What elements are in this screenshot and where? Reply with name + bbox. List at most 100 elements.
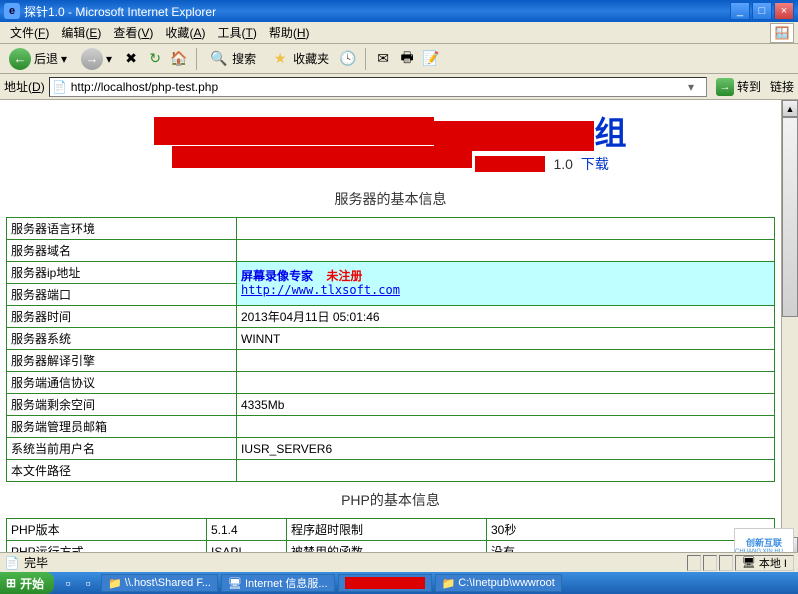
close-button[interactable]: × [774,2,794,20]
minimize-button[interactable]: _ [730,2,750,20]
menu-favorites[interactable]: 收藏(A) [159,22,211,43]
address-input[interactable] [68,80,688,94]
address-dropdown-icon[interactable]: ▾ [688,80,704,94]
redacted-subtitle [172,146,472,168]
stop-button[interactable]: ✖ [121,49,141,69]
table-row: 服务器ip地址屏幕录像专家 未注册http://www.tlxsoft.com [7,262,775,284]
cell: 程序超时限制 [287,519,487,541]
search-button[interactable]: 🔍 搜索 [204,47,261,71]
history-button[interactable]: 🕓 [338,49,358,69]
security-zone: 🖥 本地 I [735,555,794,571]
search-icon: 🔍 [209,49,229,69]
row-value [237,372,775,394]
php-info-table: PHP版本5.1.4程序超时限制30秒PHP运行方式ISAPI被禁用的函数没有Z… [6,518,775,554]
taskbar-item[interactable]: 📁\\.host\Shared F... [101,574,218,592]
chevron-down-icon: ▾ [61,52,67,66]
table-row: PHP版本5.1.4程序超时限制30秒 [7,519,775,541]
chevron-down-icon: ▾ [106,52,112,66]
row-value: 屏幕录像专家 未注册http://www.tlxsoft.com [237,262,775,306]
row-label: 服务器语言环境 [7,218,237,240]
quick-launch-1[interactable]: ▫ [58,573,78,593]
table-row: 服务器时间2013年04月11日 05:01:46 [7,306,775,328]
row-label: 服务器域名 [7,240,237,262]
taskbar-item[interactable]: 🖥Internet 信息服... [221,574,335,592]
table-row: 服务端剩余空间4335Mb [7,394,775,416]
menu-edit[interactable]: 编辑(E) [55,22,107,43]
row-label: 服务器时间 [7,306,237,328]
row-value [237,460,775,482]
banner-title-suffix: 组 [434,108,626,154]
maximize-button[interactable]: □ [752,2,772,20]
redacted-banner [154,117,434,145]
cell: PHP版本 [7,519,207,541]
address-label: 地址(D) [4,78,45,95]
menu-help[interactable]: 帮助(H) [263,22,316,43]
row-value: 4335Mb [237,394,775,416]
table-row: 服务器语言环境 [7,218,775,240]
table-row: 服务器系统WINNT [7,328,775,350]
menu-file[interactable]: 文件(F) [4,22,55,43]
folder-icon: 🖥 [228,577,242,590]
row-value [237,240,775,262]
done-icon: 📄 [4,555,20,571]
computer-icon: 🖥 [742,556,756,569]
row-label: 系统当前用户名 [7,438,237,460]
server-info-table: 服务器语言环境服务器域名服务器ip地址屏幕录像专家 未注册http://www.… [6,217,775,482]
mail-button[interactable]: ✉ [373,49,393,69]
ie-icon: e [4,3,20,19]
go-arrow-icon: → [716,78,734,96]
start-button[interactable]: ⊞ 开始 [0,572,54,594]
download-link[interactable]: 下载 [581,154,609,174]
windows-logo: 🪟 [770,23,794,43]
table-row: 服务器解译引擎 [7,350,775,372]
cell: 30秒 [487,519,775,541]
row-value [237,218,775,240]
menu-tools[interactable]: 工具(T) [211,22,262,43]
row-label: 服务器解译引擎 [7,350,237,372]
scroll-up-button[interactable]: ▲ [782,100,798,117]
status-panel-2 [703,555,717,571]
go-button[interactable]: → 转到 [711,76,766,98]
print-button[interactable]: 🖶 [397,49,417,69]
version-text: 1.0 [553,156,572,172]
window-title: 探针1.0 - Microsoft Internet Explorer [24,3,216,20]
refresh-button[interactable]: ↻ [145,49,165,69]
favorites-button[interactable]: ★ 收藏夹 [265,47,334,71]
table-row: 服务端管理员邮箱 [7,416,775,438]
links-button[interactable]: 链接 [770,78,794,95]
section1-title: 服务器的基本信息 [0,183,781,215]
row-value: IUSR_SERVER6 [237,438,775,460]
menu-view[interactable]: 查看(V) [107,22,159,43]
taskbar-item[interactable] [338,574,432,592]
status-text: 完毕 [24,554,48,571]
page-icon: 📄 [52,79,68,95]
table-row: 本文件路径 [7,460,775,482]
back-button[interactable]: ← 后退 ▾ [4,46,72,72]
home-button[interactable]: 🏠 [169,49,189,69]
edit-button[interactable]: 📝 [421,49,441,69]
row-value: 2013年04月11日 05:01:46 [237,306,775,328]
cell: 5.1.4 [207,519,287,541]
quick-launch-2[interactable]: ▫ [78,573,98,593]
forward-arrow-icon: → [81,48,103,70]
table-row: 服务端通信协议 [7,372,775,394]
taskbar-item[interactable]: 📁C:\Inetpub\wwwroot [435,574,562,592]
row-label: 服务器ip地址 [7,262,237,284]
status-panel-1 [687,555,701,571]
star-icon: ★ [270,49,290,69]
row-label: 服务器端口 [7,284,237,306]
windows-flag-icon: ⊞ [6,576,16,590]
row-label: 服务端剩余空间 [7,394,237,416]
vertical-scrollbar[interactable]: ▲ ▼ [781,100,798,554]
folder-icon: 📁 [108,577,122,590]
forward-button[interactable]: → ▾ [76,46,117,72]
redacted-label [475,156,545,172]
row-value: WINNT [237,328,775,350]
status-panel-3 [719,555,733,571]
row-value [237,416,775,438]
table-row: 服务器域名 [7,240,775,262]
row-label: 本文件路径 [7,460,237,482]
table-row: 系统当前用户名IUSR_SERVER6 [7,438,775,460]
scroll-thumb[interactable] [782,117,798,317]
folder-icon: 📁 [442,577,456,590]
